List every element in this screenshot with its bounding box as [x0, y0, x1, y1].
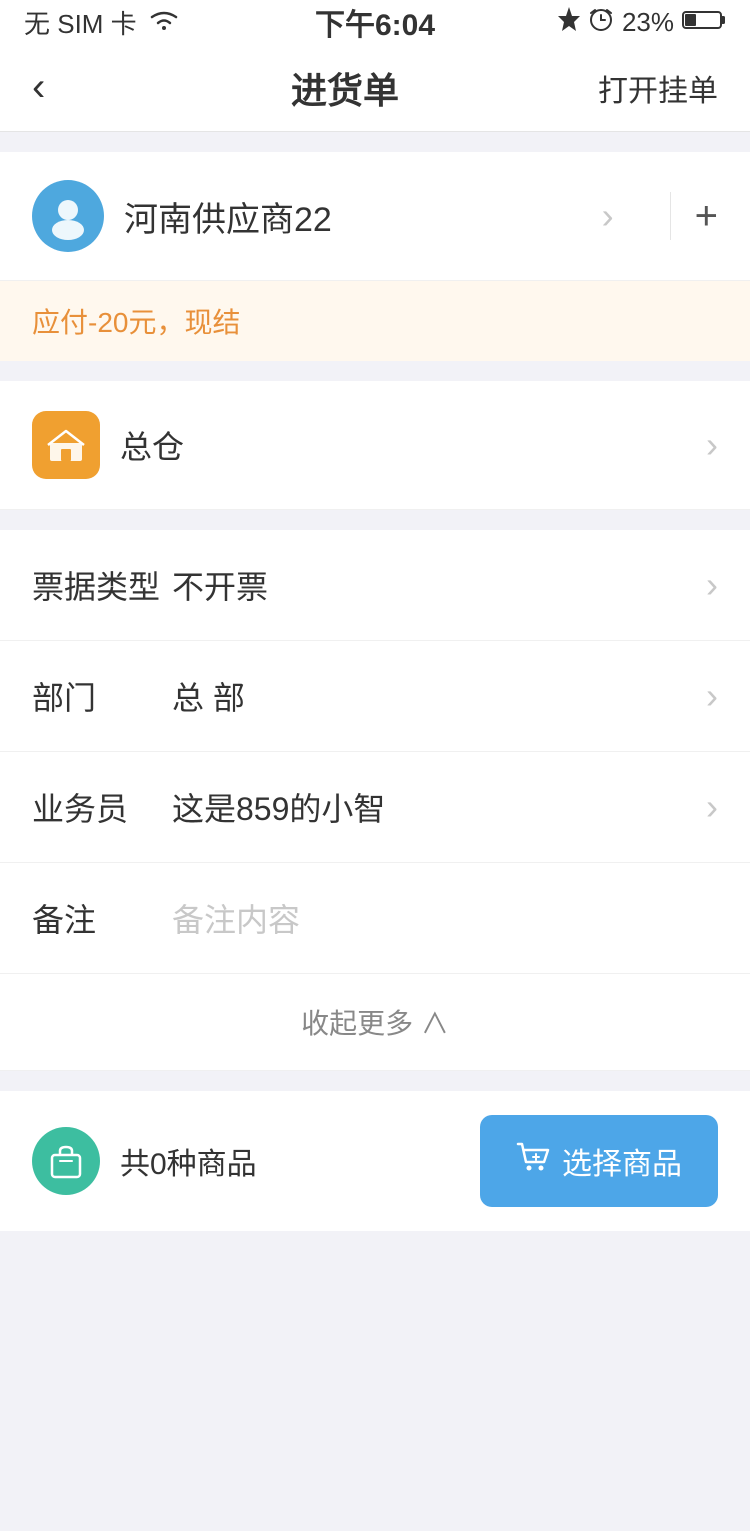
warehouse-label: 总仓 — [120, 422, 706, 468]
page-background — [0, 1231, 750, 1531]
supplier-chevron-icon — [602, 195, 614, 237]
notice-text: 应付-20元，现结 — [32, 307, 240, 338]
back-button[interactable]: ‹ — [32, 65, 92, 110]
select-product-label: 选择商品 — [562, 1139, 682, 1183]
notice-banner: 应付-20元，现结 — [0, 281, 750, 361]
invoice-type-row[interactable]: 票据类型 不开票 — [0, 530, 750, 641]
page-title: 进货单 — [291, 62, 399, 114]
cart-icon — [516, 1142, 550, 1180]
battery-text: 23% — [622, 7, 674, 38]
remark-value: 备注内容 — [172, 895, 718, 941]
battery-icon — [682, 7, 726, 38]
product-icon-bg — [32, 1127, 100, 1195]
gap-2 — [0, 361, 750, 381]
status-right: 23% — [558, 6, 726, 39]
invoice-type-value: 不开票 — [172, 562, 706, 608]
wifi-icon — [147, 6, 181, 39]
status-time: 下午6:04 — [315, 0, 435, 44]
supplier-row[interactable]: 河南供应商22 + — [0, 152, 750, 281]
select-product-button[interactable]: 选择商品 — [480, 1115, 718, 1207]
salesperson-row[interactable]: 业务员 这是859的小智 — [0, 752, 750, 863]
supplier-name: 河南供应商22 — [124, 192, 602, 241]
salesperson-key: 业务员 — [32, 784, 172, 830]
remark-key: 备注 — [32, 895, 172, 941]
add-supplier-button[interactable]: + — [695, 194, 718, 239]
warehouse-icon-bg — [32, 411, 100, 479]
alarm-icon — [588, 6, 614, 39]
salesperson-chevron-icon — [706, 786, 718, 828]
warehouse-chevron-icon — [706, 424, 718, 466]
location-icon — [558, 6, 580, 39]
gap-1 — [0, 132, 750, 152]
status-bar: 无 SIM 卡 下午6:04 23% — [0, 0, 750, 44]
collapse-label: 收起更多 ∧ — [301, 1008, 449, 1039]
department-value: 总 部 — [172, 673, 706, 719]
product-count-text: 共0种商品 — [120, 1139, 480, 1183]
bottom-bar: 共0种商品 选择商品 — [0, 1091, 750, 1231]
gap-3 — [0, 510, 750, 530]
department-row[interactable]: 部门 总 部 — [0, 641, 750, 752]
collapse-button[interactable]: 收起更多 ∧ — [0, 974, 750, 1071]
supplier-avatar — [32, 180, 104, 252]
remark-row[interactable]: 备注 备注内容 — [0, 863, 750, 974]
nav-bar: ‹ 进货单 打开挂单 — [0, 44, 750, 132]
invoice-type-key: 票据类型 — [32, 562, 172, 608]
invoice-type-chevron-icon — [706, 564, 718, 606]
salesperson-value: 这是859的小智 — [172, 784, 706, 830]
department-chevron-icon — [706, 675, 718, 717]
warehouse-section: 总仓 — [0, 381, 750, 510]
status-left: 无 SIM 卡 — [24, 4, 181, 41]
form-section: 票据类型 不开票 部门 总 部 业务员 这是859的小智 备注 备注内容 收起更… — [0, 530, 750, 1071]
department-key: 部门 — [32, 673, 172, 719]
divider — [670, 192, 671, 240]
open-pending-button[interactable]: 打开挂单 — [598, 66, 718, 110]
supplier-section: 河南供应商22 + 应付-20元，现结 — [0, 152, 750, 361]
carrier-text: 无 SIM 卡 — [24, 4, 137, 41]
warehouse-row[interactable]: 总仓 — [0, 381, 750, 510]
